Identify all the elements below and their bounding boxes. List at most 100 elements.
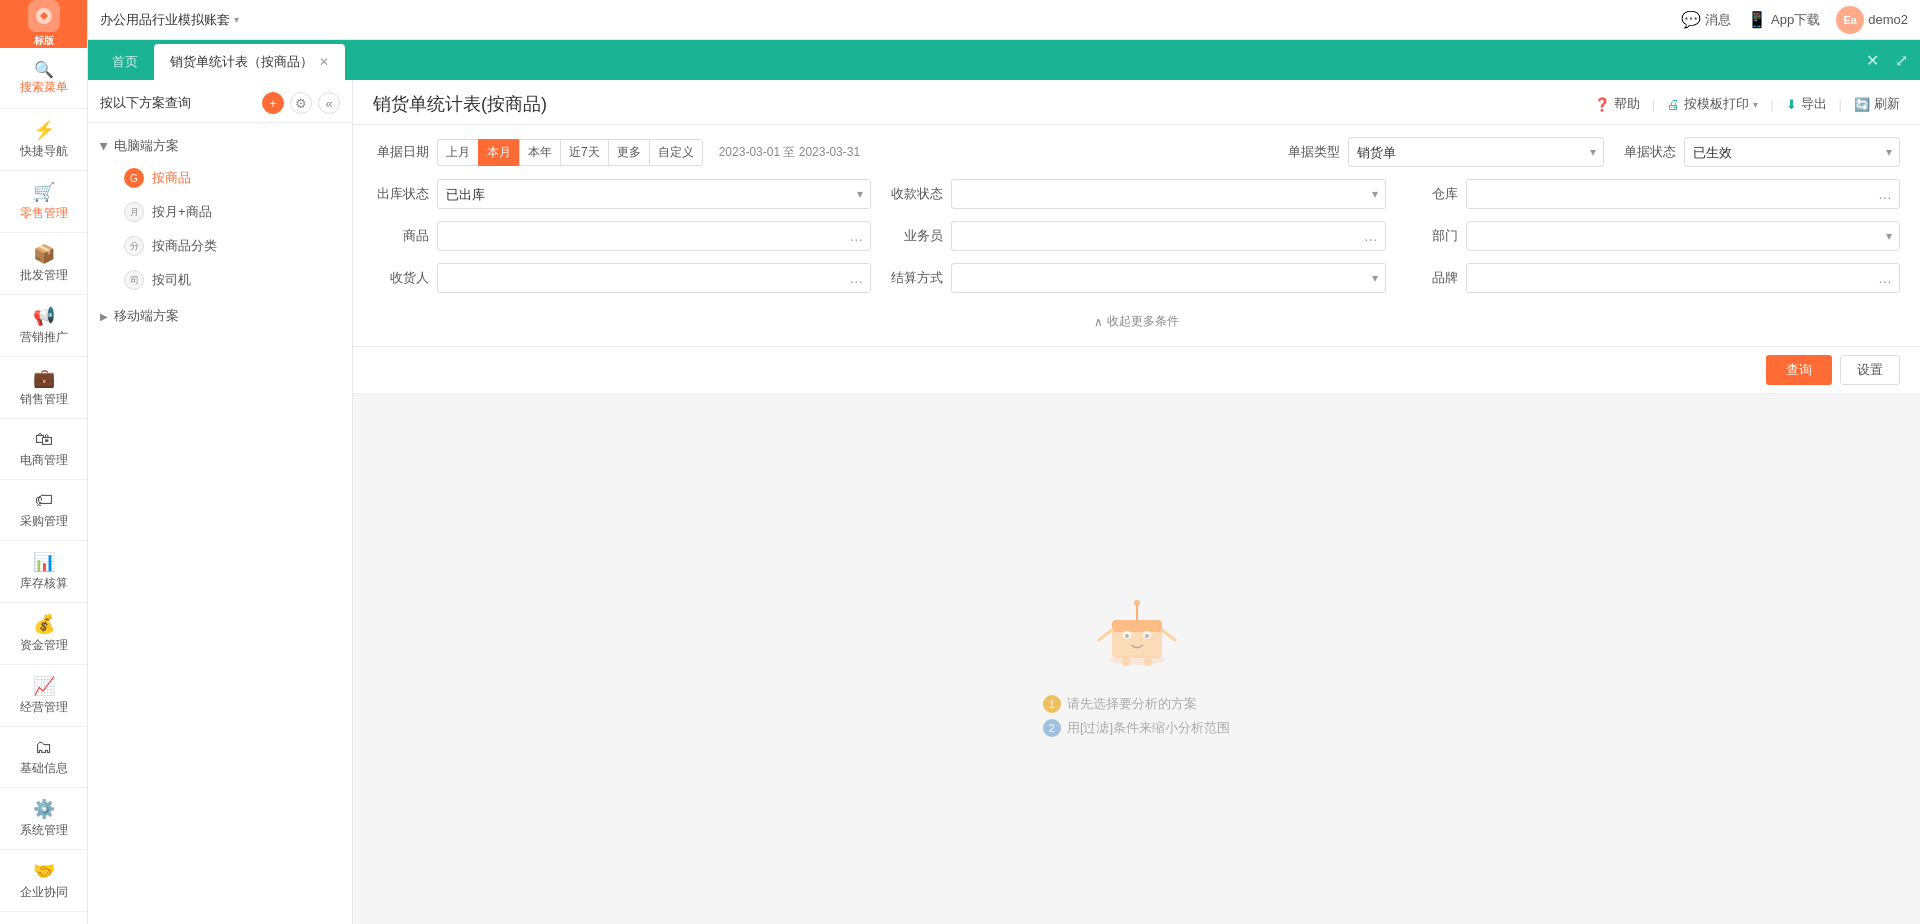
wholesale-icon: 📦 (4, 243, 83, 265)
filter-item-warehouse-status: 出库状态 已出库 ▾ (373, 179, 871, 209)
brand-dots-icon[interactable]: … (1878, 270, 1892, 286)
hint-1-text: 请先选择要分析的方案 (1067, 695, 1197, 713)
main-area: 办公用品行业模拟账套 ▾ 💬 消息 📱 App下载 Ea demo2 首页 销货… (88, 0, 1920, 924)
sidebar-item-marketing[interactable]: 📢 营销推广 (0, 295, 87, 357)
warehouse-input[interactable] (1466, 179, 1900, 209)
consignee-input[interactable] (437, 263, 871, 293)
department-select[interactable] (1466, 221, 1900, 251)
settlement-select[interactable] (951, 263, 1385, 293)
basic-label: 基础信息 (20, 761, 68, 775)
tree-item-category-label: 按商品分类 (152, 237, 217, 255)
tree-item-by-goods[interactable]: G 按商品 (88, 161, 352, 195)
department-control: ▾ (1466, 221, 1900, 251)
sidebar-item-enterprise[interactable]: 🤝 企业协同 (0, 850, 87, 912)
help-btn[interactable]: ❓ 帮助 (1594, 95, 1640, 113)
topbar-left: 办公用品行业模拟账套 ▾ (100, 11, 239, 29)
app-download-icon: 📱 (1747, 10, 1767, 29)
sidebar-item-guide[interactable]: 📖 新手引导 (0, 912, 87, 924)
sidebar-item-finance[interactable]: 💰 资金管理 (0, 603, 87, 665)
sidebar-item-wholesale[interactable]: 📦 批发管理 (0, 233, 87, 295)
tab-close-all-btn[interactable]: ✕ (1862, 47, 1883, 74)
sidebar-item-operations[interactable]: 📈 经营管理 (0, 665, 87, 727)
date-pill-this-month[interactable]: 本月 (478, 139, 519, 166)
date-pill-this-year[interactable]: 本年 (519, 139, 560, 166)
tree-item-by-month-goods[interactable]: 月 按月+商品 (88, 195, 352, 229)
refresh-btn[interactable]: 🔄 刷新 (1854, 95, 1900, 113)
tab-maximize-btn[interactable]: ⤢ (1891, 47, 1912, 74)
tree-item-by-category[interactable]: 分 按商品分类 (88, 229, 352, 263)
salesperson-dots-icon[interactable]: … (1364, 228, 1378, 244)
tree-item-driver-icon: 司 (124, 270, 144, 290)
tree-item-by-driver[interactable]: 司 按司机 (88, 263, 352, 297)
date-pill-last-month[interactable]: 上月 (437, 139, 478, 166)
doc-type-select[interactable]: 销货单 (1348, 137, 1604, 167)
wholesale-label: 批发管理 (20, 268, 68, 282)
tree-group-desktop-header[interactable]: ▶ 电脑端方案 (88, 131, 352, 161)
filter-row-3: 商品 … 业务员 … 部门 (373, 221, 1900, 251)
receipt-status-input[interactable] (951, 179, 1385, 209)
query-panel-header: 按以下方案查询 + ⚙ « (88, 80, 352, 123)
consignee-dots-icon[interactable]: … (849, 270, 863, 286)
qp-settings-btn[interactable]: ⚙ (290, 92, 312, 114)
workspace-dropdown-icon: ▾ (234, 14, 239, 25)
salesperson-input[interactable] (951, 221, 1385, 251)
qp-add-btn[interactable]: + (262, 92, 284, 114)
export-btn[interactable]: ⬇ 导出 (1786, 95, 1827, 113)
svg-rect-13 (1144, 658, 1152, 666)
sidebar-item-sales[interactable]: 💼 销售管理 (0, 357, 87, 419)
search-menu[interactable]: 🔍 搜索菜单 (0, 48, 87, 109)
warehouse-status-control: 已出库 ▾ (437, 179, 871, 209)
tab-sales-stat-close[interactable]: ✕ (319, 56, 329, 68)
date-pill-more[interactable]: 更多 (608, 139, 649, 166)
workspace-selector[interactable]: 办公用品行业模拟账套 ▾ (100, 11, 239, 29)
tree-group-mobile-header[interactable]: ▶ 移动端方案 (88, 301, 352, 331)
warehouse-dots-icon[interactable]: … (1878, 186, 1892, 202)
sales-icon: 💼 (4, 367, 83, 389)
receipt-status-label: 收款状态 (887, 185, 943, 203)
finance-icon: 💰 (4, 613, 83, 635)
warehouse-status-select[interactable]: 已出库 (437, 179, 871, 209)
sidebar-item-retail[interactable]: 🛒 零售管理 (0, 171, 87, 233)
filter-item-brand: 品牌 … (1402, 263, 1900, 293)
tab-home[interactable]: 首页 (96, 44, 154, 80)
collapse-bar[interactable]: ∧ 收起更多条件 (373, 305, 1900, 334)
sidebar-item-ecommerce[interactable]: 🛍 电商管理 (0, 419, 87, 480)
goods-dots-icon[interactable]: … (849, 228, 863, 244)
tab-sales-stat[interactable]: 销货单统计表（按商品） ✕ (154, 44, 345, 80)
settings-button[interactable]: 设置 (1840, 355, 1900, 385)
svg-rect-3 (1112, 620, 1162, 632)
sidebar-item-system[interactable]: ⚙️ 系统管理 (0, 788, 87, 850)
date-pill-custom[interactable]: 自定义 (649, 139, 703, 166)
tree-section: ▶ 电脑端方案 G 按商品 月 按月+商品 分 按商品分类 (88, 123, 352, 343)
brand-input[interactable] (1466, 263, 1900, 293)
goods-label: 商品 (373, 227, 429, 245)
user-menu[interactable]: Ea demo2 (1836, 6, 1908, 34)
app-download-label: App下载 (1771, 11, 1820, 29)
tree-item-driver-label: 按司机 (152, 271, 191, 289)
print-template-btn[interactable]: 🖨 按模板打印 ▾ (1667, 95, 1758, 113)
sidebar-item-quicknav[interactable]: ⚡ 快捷导航 (0, 109, 87, 171)
query-button[interactable]: 查询 (1766, 355, 1832, 385)
filter-item-date: 单据日期 上月 本月 本年 近7天 更多 自定义 2023-03-01 至 20… (373, 139, 1268, 166)
sidebar-item-inventory[interactable]: 📊 库存核算 (0, 541, 87, 603)
tabbar-actions: ✕ ⤢ (1862, 40, 1912, 80)
tree-arrow-mobile: ▶ (100, 311, 108, 322)
message-btn[interactable]: 💬 消息 (1681, 10, 1731, 29)
date-pill-7days[interactable]: 近7天 (560, 139, 608, 166)
receipt-status-control: ▾ (951, 179, 1385, 209)
sales-label: 销售管理 (20, 392, 68, 406)
doc-status-select[interactable]: 已生效 (1684, 137, 1900, 167)
divider-3: | (1839, 97, 1842, 112)
query-panel: 按以下方案查询 + ⚙ « ▶ 电脑端方案 G 按商品 (88, 80, 353, 924)
sidebar-item-purchase[interactable]: 🏷 采购管理 (0, 480, 87, 541)
goods-input[interactable] (437, 221, 871, 251)
ecommerce-label: 电商管理 (20, 453, 68, 467)
svg-line-10 (1099, 630, 1112, 640)
sidebar-item-basic[interactable]: 🗂 基础信息 (0, 727, 87, 788)
qp-collapse-btn[interactable]: « (318, 92, 340, 114)
refresh-label: 刷新 (1874, 95, 1900, 113)
hint-2-text: 用[过滤]条件来缩小分析范围 (1067, 719, 1230, 737)
system-icon: ⚙️ (4, 798, 83, 820)
app-download-btn[interactable]: 📱 App下载 (1747, 10, 1820, 29)
filter-row-2: 出库状态 已出库 ▾ 收款状态 ▾ (373, 179, 1900, 209)
